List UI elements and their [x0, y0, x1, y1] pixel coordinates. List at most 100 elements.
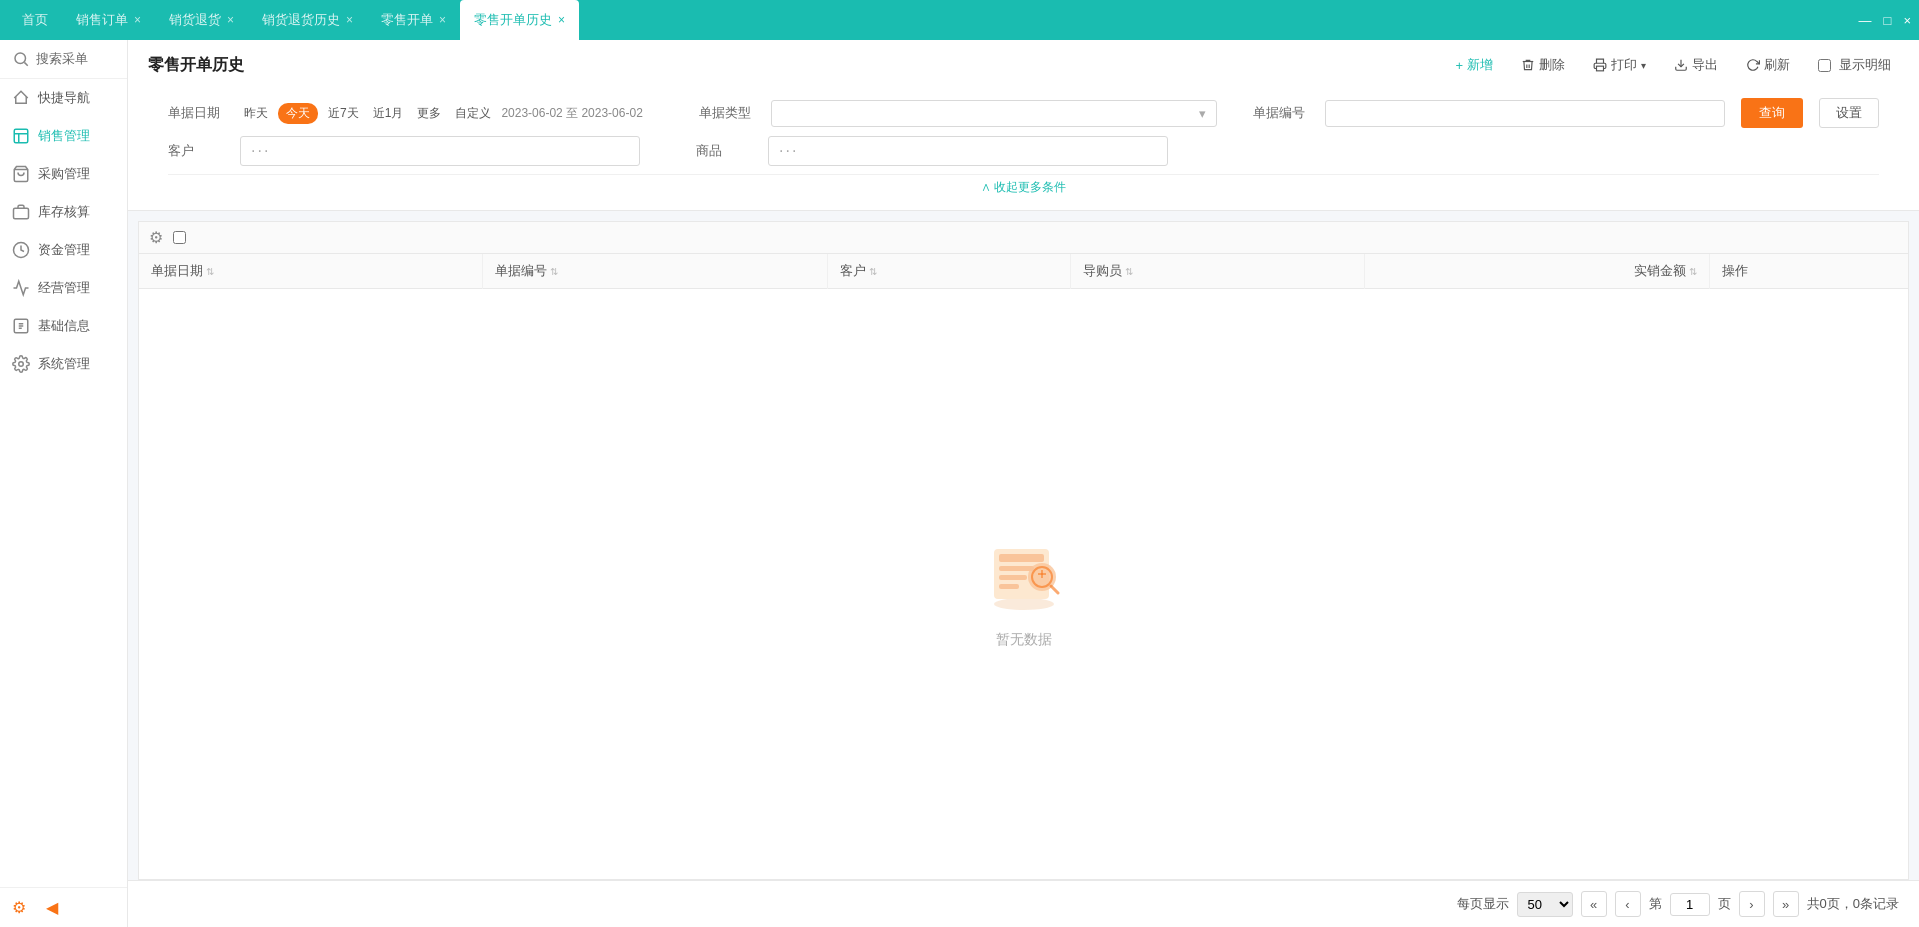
tab-return-history-label: 销货退货历史 — [262, 11, 340, 29]
query-button[interactable]: 查询 — [1741, 98, 1803, 128]
goods-select[interactable]: ··· — [768, 136, 1168, 166]
tab-sales-order[interactable]: 销售订单 × — [62, 0, 155, 40]
export-icon — [1674, 58, 1688, 72]
search-icon — [12, 50, 30, 68]
content-area: 零售开单历史 + 新增 删除 — [128, 40, 1919, 927]
bill-type-select[interactable]: ▾ — [771, 100, 1217, 127]
tab-retail-order-history[interactable]: 零售开单历史 × — [460, 0, 579, 40]
date-today[interactable]: 今天 — [278, 103, 318, 124]
print-button[interactable]: 打印 ▾ — [1585, 52, 1654, 78]
th-operation: 操作 — [1710, 254, 1908, 289]
th-guide-label: 导购员 — [1083, 262, 1122, 280]
per-page-select[interactable]: 10 20 50 100 — [1517, 892, 1573, 917]
th-billno[interactable]: 单据编号 ⇅ — [482, 254, 827, 289]
export-label: 导出 — [1692, 56, 1718, 74]
setting-button[interactable]: 设置 — [1819, 98, 1879, 128]
sales-icon — [12, 127, 30, 145]
th-amount-sort-icon: ⇅ — [1689, 266, 1697, 277]
home-icon — [12, 89, 30, 107]
th-date[interactable]: 单据日期 ⇅ — [139, 254, 482, 289]
sidebar-bottom: ⚙ ◀ — [0, 887, 127, 927]
th-amount[interactable]: 实销金额 ⇅ — [1365, 254, 1710, 289]
tab-home[interactable]: 首页 — [8, 0, 62, 40]
tab-return-history-close[interactable]: × — [346, 13, 353, 27]
tab-retail-order-close[interactable]: × — [439, 13, 446, 27]
sidebar-item-purchase[interactable]: 采购管理 — [0, 155, 127, 193]
date-7days[interactable]: 近7天 — [324, 103, 363, 124]
th-customer-sort-icon: ⇅ — [869, 266, 877, 277]
print-dropdown-icon[interactable]: ▾ — [1641, 60, 1646, 71]
th-guide[interactable]: 导购员 ⇅ — [1071, 254, 1365, 289]
sidebar-item-sales[interactable]: 销售管理 — [0, 117, 127, 155]
sidebar-item-quicknav[interactable]: 快捷导航 — [0, 79, 127, 117]
sidebar-item-basicinfo[interactable]: 基础信息 — [0, 307, 127, 345]
th-customer[interactable]: 客户 ⇅ — [827, 254, 1070, 289]
main-layout: 搜索采单 快捷导航 销售管理 采购管理 库存核算 — [0, 40, 1919, 927]
display-detail-checkbox[interactable] — [1818, 59, 1831, 72]
display-detail-button[interactable]: 显示明细 — [1810, 52, 1899, 78]
page-title-bar: 零售开单历史 + 新增 删除 — [148, 52, 1899, 78]
collapse-bar[interactable]: ∧ 收起更多条件 — [168, 174, 1879, 200]
minimize-btn[interactable]: — — [1859, 13, 1872, 28]
first-page-btn[interactable]: « — [1581, 891, 1607, 917]
sidebar-item-inventory-label: 库存核算 — [38, 203, 90, 221]
prev-page-btn[interactable]: ‹ — [1615, 891, 1641, 917]
tab-return-history[interactable]: 销货退货历史 × — [248, 0, 367, 40]
sidebar-item-inventory[interactable]: 库存核算 — [0, 193, 127, 231]
add-button[interactable]: + 新增 — [1447, 52, 1501, 78]
tab-retail-order-history-close[interactable]: × — [558, 13, 565, 27]
table-toolbar: ⚙ — [139, 222, 1908, 254]
tab-return[interactable]: 销货退货 × — [155, 0, 248, 40]
customer-select[interactable]: ··· — [240, 136, 640, 166]
refresh-button[interactable]: 刷新 — [1738, 52, 1798, 78]
tab-retail-order[interactable]: 零售开单 × — [367, 0, 460, 40]
empty-text: 暂无数据 — [996, 631, 1052, 649]
bill-type-dropdown-icon: ▾ — [1199, 106, 1206, 121]
finance-icon — [12, 241, 30, 259]
sidebar-item-system-label: 系统管理 — [38, 355, 90, 373]
svg-line-23 — [1051, 586, 1058, 593]
tab-retail-order-history-label: 零售开单历史 — [474, 11, 552, 29]
sidebar-item-finance[interactable]: 资金管理 — [0, 231, 127, 269]
bill-no-input[interactable] — [1325, 100, 1725, 127]
delete-button[interactable]: 删除 — [1513, 52, 1573, 78]
select-all-checkbox[interactable] — [173, 231, 186, 244]
settings-gear-icon[interactable]: ⚙ — [12, 898, 26, 917]
data-table: 单据日期 ⇅ 单据编号 ⇅ 客户 — [139, 254, 1908, 289]
management-icon — [12, 279, 30, 297]
display-detail-label: 显示明细 — [1839, 56, 1891, 74]
svg-point-15 — [994, 598, 1054, 610]
empty-state: 暂无数据 — [139, 289, 1908, 879]
window-controls: — □ × — [1859, 13, 1911, 28]
table-container: ⚙ 单据日期 ⇅ 单据编号 — [138, 221, 1909, 880]
svg-point-0 — [15, 53, 26, 64]
page-header: 零售开单历史 + 新增 删除 — [128, 40, 1919, 211]
date-custom[interactable]: 自定义 — [451, 103, 495, 124]
th-guide-sort-icon: ⇅ — [1125, 266, 1133, 277]
toolbar: + 新增 删除 打印 ▾ — [1447, 52, 1899, 78]
date-1month[interactable]: 近1月 — [369, 103, 408, 124]
add-label: 新增 — [1467, 56, 1493, 74]
export-button[interactable]: 导出 — [1666, 52, 1726, 78]
collapse-sidebar-icon[interactable]: ◀ — [46, 898, 58, 917]
close-btn[interactable]: × — [1903, 13, 1911, 28]
maximize-btn[interactable]: □ — [1884, 13, 1892, 28]
tab-sales-order-close[interactable]: × — [134, 13, 141, 27]
sidebar: 搜索采单 快捷导航 销售管理 采购管理 库存核算 — [0, 40, 128, 927]
sidebar-item-system[interactable]: 系统管理 — [0, 345, 127, 383]
page-number-input[interactable] — [1670, 893, 1710, 916]
filter-row-2: 客户 ··· 商品 ··· — [168, 136, 1879, 166]
filter-dates: 昨天 今天 近7天 近1月 更多 自定义 2023-06-02 至 2023-0… — [240, 103, 643, 124]
sidebar-search[interactable]: 搜索采单 — [0, 40, 127, 79]
th-customer-label: 客户 — [840, 262, 866, 280]
table-settings-icon[interactable]: ⚙ — [149, 228, 163, 247]
date-yesterday[interactable]: 昨天 — [240, 103, 272, 124]
th-billno-label: 单据编号 — [495, 262, 547, 280]
date-more[interactable]: 更多 — [413, 103, 445, 124]
sidebar-item-quicknav-label: 快捷导航 — [38, 89, 90, 107]
last-page-btn[interactable]: » — [1773, 891, 1799, 917]
next-page-btn[interactable]: › — [1739, 891, 1765, 917]
delete-label: 删除 — [1539, 56, 1565, 74]
sidebar-item-management[interactable]: 经营管理 — [0, 269, 127, 307]
tab-return-close[interactable]: × — [227, 13, 234, 27]
